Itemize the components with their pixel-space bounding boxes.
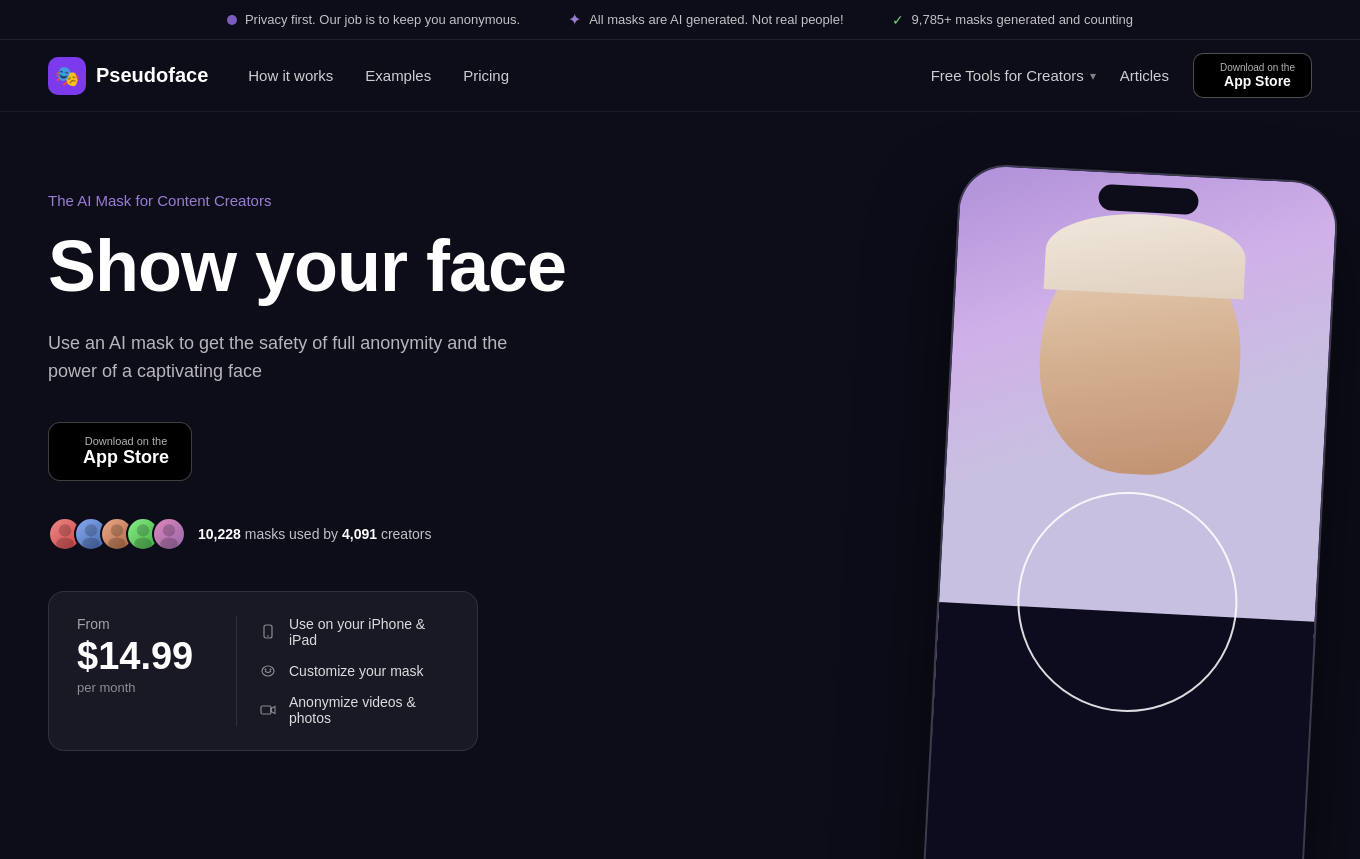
pricing-from: From xyxy=(77,616,216,632)
hair-shape xyxy=(1044,209,1248,299)
creators-count: 4,091 xyxy=(342,526,377,542)
avatar-stack xyxy=(48,517,186,551)
pricing-left: From $14.99 per month xyxy=(77,616,237,726)
privacy-dot-icon xyxy=(227,15,237,25)
svg-point-3 xyxy=(82,538,100,550)
nav-links: How it works Examples Pricing xyxy=(248,67,509,85)
sparkle-icon: ✦ xyxy=(568,10,581,29)
topbar-count: ✓ 9,785+ masks generated and counting xyxy=(892,12,1134,28)
phone-outer xyxy=(920,163,1339,859)
phone-notch xyxy=(1098,184,1199,215)
topbar-count-text: 9,785+ masks generated and counting xyxy=(912,12,1134,27)
feature-mask: Customize your mask xyxy=(257,660,449,682)
svg-point-2 xyxy=(85,524,97,536)
appstore-nav-sub: Download on the xyxy=(1220,62,1295,73)
navbar: 🎭 Pseudoface How it works Examples Prici… xyxy=(0,40,1360,112)
nav-pricing[interactable]: Pricing xyxy=(463,67,509,84)
logo-icon: 🎭 xyxy=(48,57,86,95)
hero-subtitle: Use an AI mask to get the safety of full… xyxy=(48,329,508,387)
phone-screen xyxy=(922,165,1337,859)
pricing-price: $14.99 xyxy=(77,636,216,678)
svg-point-7 xyxy=(134,538,152,550)
nav-right: Free Tools for Creators ▾ Articles Downl… xyxy=(931,53,1312,98)
hero-tag: The AI Mask for Content Creators xyxy=(48,192,628,209)
logo-text: Pseudoface xyxy=(96,64,208,87)
svg-point-13 xyxy=(265,669,267,671)
svg-point-0 xyxy=(59,524,71,536)
apple-device-icon xyxy=(257,621,279,643)
logo[interactable]: 🎭 Pseudoface xyxy=(48,57,208,95)
proof-end: creators xyxy=(381,526,432,542)
appstore-nav-main: App Store xyxy=(1220,73,1295,89)
svg-point-9 xyxy=(160,538,178,550)
nav-left: 🎭 Pseudoface How it works Examples Prici… xyxy=(48,57,509,95)
feature-mask-text: Customize your mask xyxy=(289,663,424,679)
phone-bottom-dark xyxy=(922,603,1314,859)
topbar-privacy-text: Privacy first. Our job is to keep you an… xyxy=(245,12,520,27)
appstore-hero-btn-text: Download on the App Store xyxy=(83,435,169,468)
appstore-nav-btn-text: Download on the App Store xyxy=(1220,62,1295,89)
social-proof: 10,228 masks used by 4,091 creators xyxy=(48,517,628,551)
feature-video-text: Anonymize videos & photos xyxy=(289,694,449,726)
appstore-hero-main: App Store xyxy=(83,447,169,468)
feature-video: Anonymize videos & photos xyxy=(257,694,449,726)
check-icon: ✓ xyxy=(892,12,904,28)
appstore-hero-button[interactable]: Download on the App Store xyxy=(48,422,192,481)
free-tools-label: Free Tools for Creators xyxy=(931,67,1084,84)
nav-examples[interactable]: Examples xyxy=(365,67,431,84)
svg-point-14 xyxy=(270,669,272,671)
svg-point-1 xyxy=(56,538,74,550)
topbar-ai-text: All masks are AI generated. Not real peo… xyxy=(589,12,843,27)
feature-iphone-text: Use on your iPhone & iPad xyxy=(289,616,449,648)
masks-count: 10,228 xyxy=(198,526,241,542)
mask-customize-icon xyxy=(257,660,279,682)
avatar-5 xyxy=(152,517,186,551)
svg-point-4 xyxy=(111,524,123,536)
hero-title: Show your face xyxy=(48,229,628,305)
hero-section: The AI Mask for Content Creators Show yo… xyxy=(0,112,1360,859)
svg-point-5 xyxy=(108,538,126,550)
hero-visual: ↙ Hoverto reveal xyxy=(860,172,1360,859)
pricing-period: per month xyxy=(77,680,216,695)
svg-point-11 xyxy=(267,635,269,637)
topbar: Privacy first. Our job is to keep you an… xyxy=(0,0,1360,40)
proof-middle: masks used by xyxy=(245,526,342,542)
svg-rect-15 xyxy=(261,706,271,714)
social-proof-text: 10,228 masks used by 4,091 creators xyxy=(198,526,432,542)
svg-point-8 xyxy=(163,524,175,536)
pricing-features: Use on your iPhone & iPad Customize your… xyxy=(257,616,449,726)
appstore-nav-button[interactable]: Download on the App Store xyxy=(1193,53,1312,98)
phone-mockup xyxy=(940,172,1320,859)
svg-point-12 xyxy=(262,666,274,676)
pricing-card: From $14.99 per month Use on your iPhone… xyxy=(48,591,478,751)
topbar-ai: ✦ All masks are AI generated. Not real p… xyxy=(568,10,843,29)
video-camera-icon xyxy=(257,699,279,721)
appstore-hero-sub: Download on the xyxy=(83,435,169,447)
hero-content: The AI Mask for Content Creators Show yo… xyxy=(48,172,628,751)
topbar-privacy: Privacy first. Our job is to keep you an… xyxy=(227,12,520,27)
chevron-down-icon: ▾ xyxy=(1090,69,1096,83)
nav-how-it-works[interactable]: How it works xyxy=(248,67,333,84)
free-tools-menu[interactable]: Free Tools for Creators ▾ xyxy=(931,67,1096,84)
svg-point-6 xyxy=(137,524,149,536)
feature-iphone: Use on your iPhone & iPad xyxy=(257,616,449,648)
articles-link[interactable]: Articles xyxy=(1120,67,1169,84)
